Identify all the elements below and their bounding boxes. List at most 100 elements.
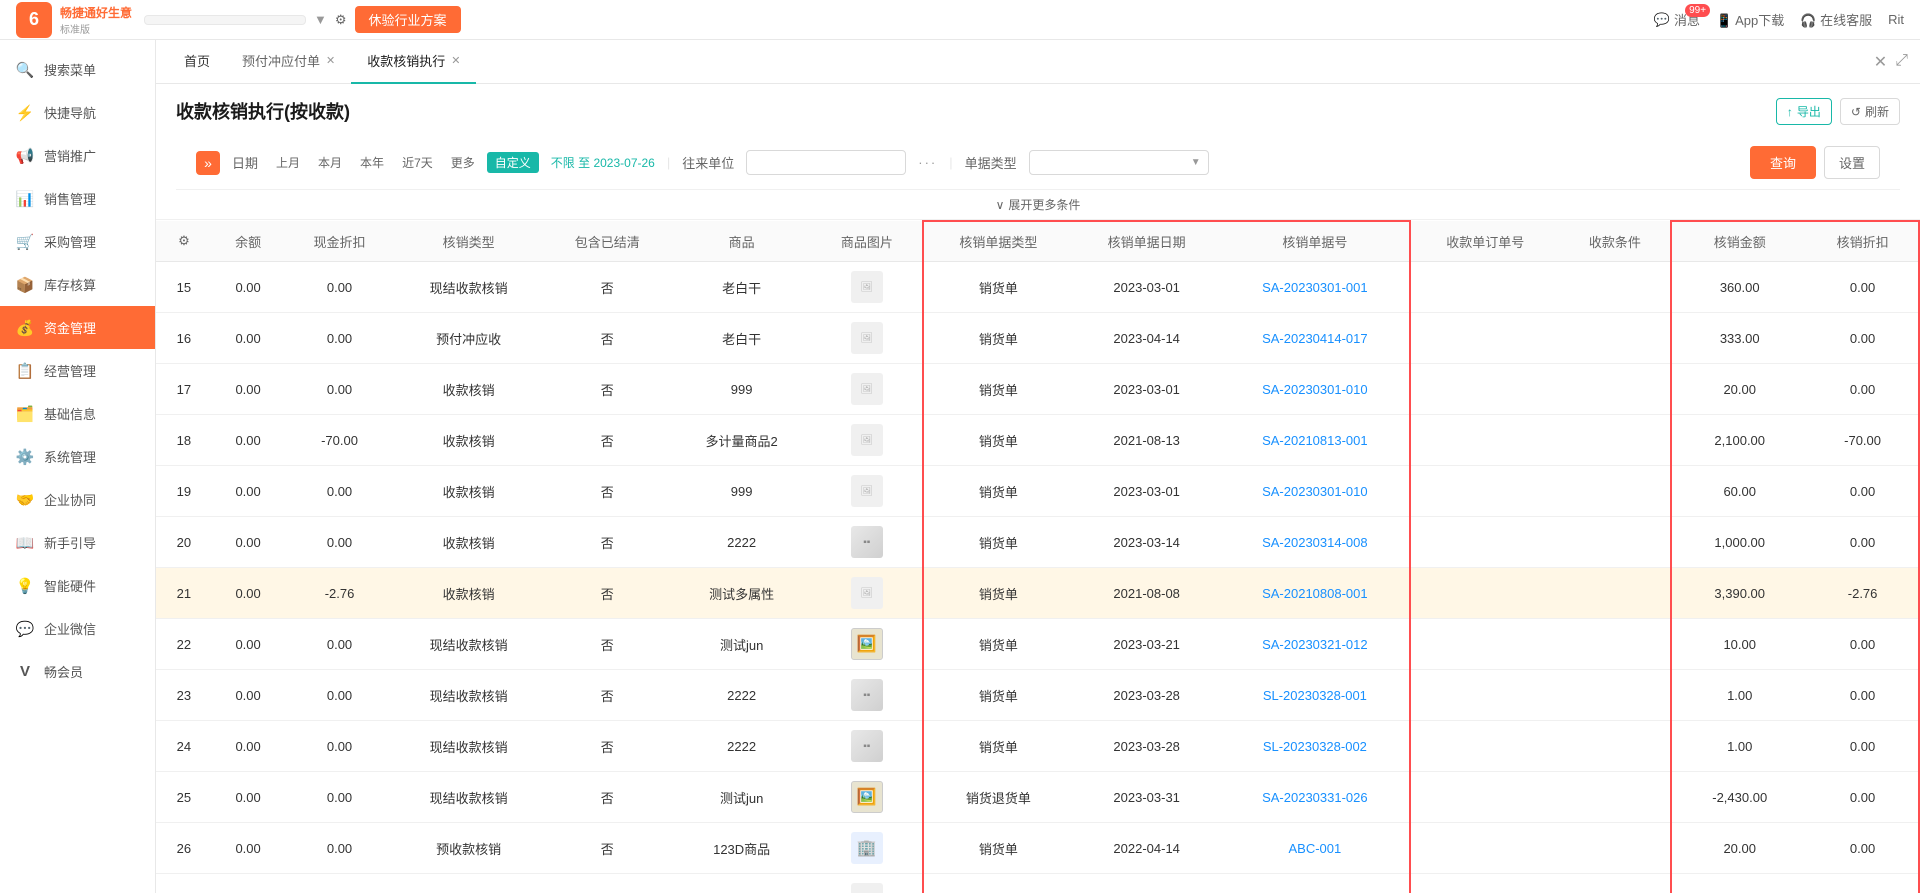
bill-type-select-wrapper: ▼	[1029, 150, 1209, 175]
sidebar-item-purchase[interactable]: 🛒 采购管理	[0, 220, 155, 263]
tab-close-prepay[interactable]: ✕	[326, 54, 335, 67]
sidebar-item-inventory[interactable]: 📦 库存核算	[0, 263, 155, 306]
cell-verify-amount: 1,000.00	[1671, 517, 1807, 568]
date-btn-thisyear[interactable]: 本年	[354, 152, 390, 173]
industry-btn[interactable]: 休验行业方案	[355, 6, 461, 33]
cell-product-image: 🖼	[811, 262, 923, 313]
sidebar-item-quicknav[interactable]: ⚡ 快捷导航	[0, 91, 155, 134]
cell-id: 18	[156, 415, 212, 466]
date-btn-custom[interactable]: 自定义	[487, 152, 539, 173]
cell-verify-no[interactable]: SA-20230321-012	[1221, 619, 1410, 670]
cell-verify-no[interactable]: SL-20230408-001	[1221, 874, 1410, 893]
cell-verify-no[interactable]: SA-20230414-017	[1221, 313, 1410, 364]
cell-verify-date: 2023-04-08	[1073, 874, 1221, 893]
tab-home[interactable]: 首页	[168, 40, 226, 84]
cell-verify-discount: 0.00	[1807, 772, 1919, 823]
sidebar-item-marketing[interactable]: 📢 营销推广	[0, 134, 155, 177]
cell-verify-discount: 0.00	[1807, 262, 1919, 313]
query-btn[interactable]: 查询	[1750, 146, 1816, 179]
verify-no-link[interactable]: SA-20230314-008	[1262, 535, 1368, 550]
cell-id: 21	[156, 568, 212, 619]
from-unit-input[interactable]	[746, 150, 906, 175]
cell-verify-date: 2023-03-28	[1073, 670, 1221, 721]
member-icon: V	[16, 663, 34, 681]
company-selector[interactable]	[144, 15, 306, 25]
cell-verify-bill-type: 销货退货单	[923, 772, 1072, 823]
gear-icon[interactable]: ⚙	[335, 12, 347, 28]
online-service[interactable]: 🎧 在线客服	[1800, 10, 1872, 29]
cell-receipt-condition	[1560, 568, 1672, 619]
date-btn-7days[interactable]: 近7天	[396, 152, 439, 173]
app-download[interactable]: 📱 App下载	[1716, 10, 1784, 29]
sidebar-item-finance[interactable]: 💰 资金管理	[0, 306, 155, 349]
date-btn-lastmonth[interactable]: 上月	[270, 152, 306, 173]
cell-verify-type: 现结收款核销	[395, 670, 543, 721]
tab-prepay[interactable]: 预付冲应付单 ✕	[226, 40, 351, 84]
date-btn-thismonth[interactable]: 本月	[312, 152, 348, 173]
expand-more-btn[interactable]: ∨ 展开更多条件	[996, 196, 1081, 213]
export-btn[interactable]: ↑ 导出	[1776, 98, 1832, 125]
cell-verify-no[interactable]: SA-20230301-010	[1221, 364, 1410, 415]
cell-verify-no[interactable]: SL-20230328-002	[1221, 721, 1410, 772]
dropdown-icon[interactable]: ▼	[314, 12, 327, 27]
cell-include-settled: 否	[543, 874, 672, 893]
sidebar-item-hardware[interactable]: 💡 智能硬件	[0, 564, 155, 607]
verify-no-link[interactable]: SA-20210813-001	[1262, 433, 1368, 448]
sidebar-item-member[interactable]: V 畅会员	[0, 650, 155, 693]
cell-verify-no[interactable]: SA-20230331-026	[1221, 772, 1410, 823]
table-container[interactable]: ⚙ 余额 现金折扣 核销类型 包含已结清 商品 商品图片 核销单据类型 核销单据…	[156, 220, 1920, 893]
cell-verify-no[interactable]: SA-20230301-001	[1221, 262, 1410, 313]
verify-no-link[interactable]: SA-20230301-001	[1262, 280, 1368, 295]
verify-no-link[interactable]: SA-20230301-010	[1262, 382, 1368, 397]
cell-receipt-order	[1410, 466, 1559, 517]
table-row: 22 0.00 0.00 现结收款核销 否 测试jun 🖼️ 销货单 2023-…	[156, 619, 1919, 670]
settings-btn[interactable]: 设置	[1824, 146, 1880, 179]
cell-product: 测试jun	[672, 619, 812, 670]
cell-verify-no[interactable]: SA-20210813-001	[1221, 415, 1410, 466]
cell-verify-no[interactable]: SA-20230314-008	[1221, 517, 1410, 568]
verify-no-link[interactable]: SA-20230331-026	[1262, 790, 1368, 805]
verify-no-link[interactable]: SL-20230328-001	[1263, 688, 1367, 703]
cell-verify-no[interactable]: SA-20210808-001	[1221, 568, 1410, 619]
verify-no-link[interactable]: SA-20210808-001	[1262, 586, 1368, 601]
sidebar-item-guide[interactable]: 📖 新手引导	[0, 521, 155, 564]
verify-no-link[interactable]: SA-20230301-010	[1262, 484, 1368, 499]
col-settings[interactable]: ⚙	[156, 221, 212, 262]
cell-verify-type: 现结收款核销	[395, 262, 543, 313]
sales-icon: 📊	[16, 190, 34, 208]
sidebar-item-wechat[interactable]: 💬 企业微信	[0, 607, 155, 650]
sidebar-item-basic[interactable]: 🗂️ 基础信息	[0, 392, 155, 435]
cell-verify-type: 现结收款核销	[395, 874, 543, 893]
verify-no-link[interactable]: ABC-001	[1288, 841, 1341, 856]
verify-no-link[interactable]: SA-20230321-012	[1262, 637, 1368, 652]
bill-type-select[interactable]	[1029, 150, 1209, 175]
message-area[interactable]: 💬 消息 99+	[1654, 10, 1700, 29]
refresh-btn[interactable]: ↺ 刷新	[1840, 98, 1900, 125]
filter-expand-btn[interactable]: »	[196, 151, 220, 175]
cell-verify-bill-type: 销货单	[923, 262, 1072, 313]
sidebar-item-collab[interactable]: 🤝 企业协同	[0, 478, 155, 521]
cell-cash-discount: 0.00	[284, 262, 394, 313]
cell-verify-no[interactable]: SA-20230301-010	[1221, 466, 1410, 517]
date-btn-more[interactable]: 更多	[445, 152, 481, 173]
cell-verify-bill-type: 销货单	[923, 415, 1072, 466]
tab-verify[interactable]: 收款核销执行 ✕	[351, 40, 476, 84]
sidebar-item-operations[interactable]: 📋 经营管理	[0, 349, 155, 392]
cell-verify-discount: 0.00	[1807, 823, 1919, 874]
cell-verify-no[interactable]: SL-20230328-001	[1221, 670, 1410, 721]
tab-close-verify[interactable]: ✕	[451, 54, 460, 67]
tab-maximize[interactable]: ⤢	[1895, 52, 1908, 72]
cell-verify-date: 2021-08-08	[1073, 568, 1221, 619]
verify-no-link[interactable]: SL-20230328-002	[1263, 739, 1367, 754]
cell-cash-discount: -2.76	[284, 568, 394, 619]
three-dots[interactable]: ···	[918, 155, 937, 170]
bill-type-label: 单据类型	[965, 153, 1017, 172]
sidebar-item-system[interactable]: ⚙️ 系统管理	[0, 435, 155, 478]
verify-no-link[interactable]: SA-20230414-017	[1262, 331, 1368, 346]
sidebar-item-search[interactable]: 🔍 搜索菜单	[0, 48, 155, 91]
cell-receipt-order	[1410, 262, 1559, 313]
sidebar-item-sales[interactable]: 📊 销售管理	[0, 177, 155, 220]
tab-close-all[interactable]: ✕	[1874, 52, 1887, 72]
cell-verify-no[interactable]: ABC-001	[1221, 823, 1410, 874]
cell-balance: 0.00	[212, 619, 285, 670]
